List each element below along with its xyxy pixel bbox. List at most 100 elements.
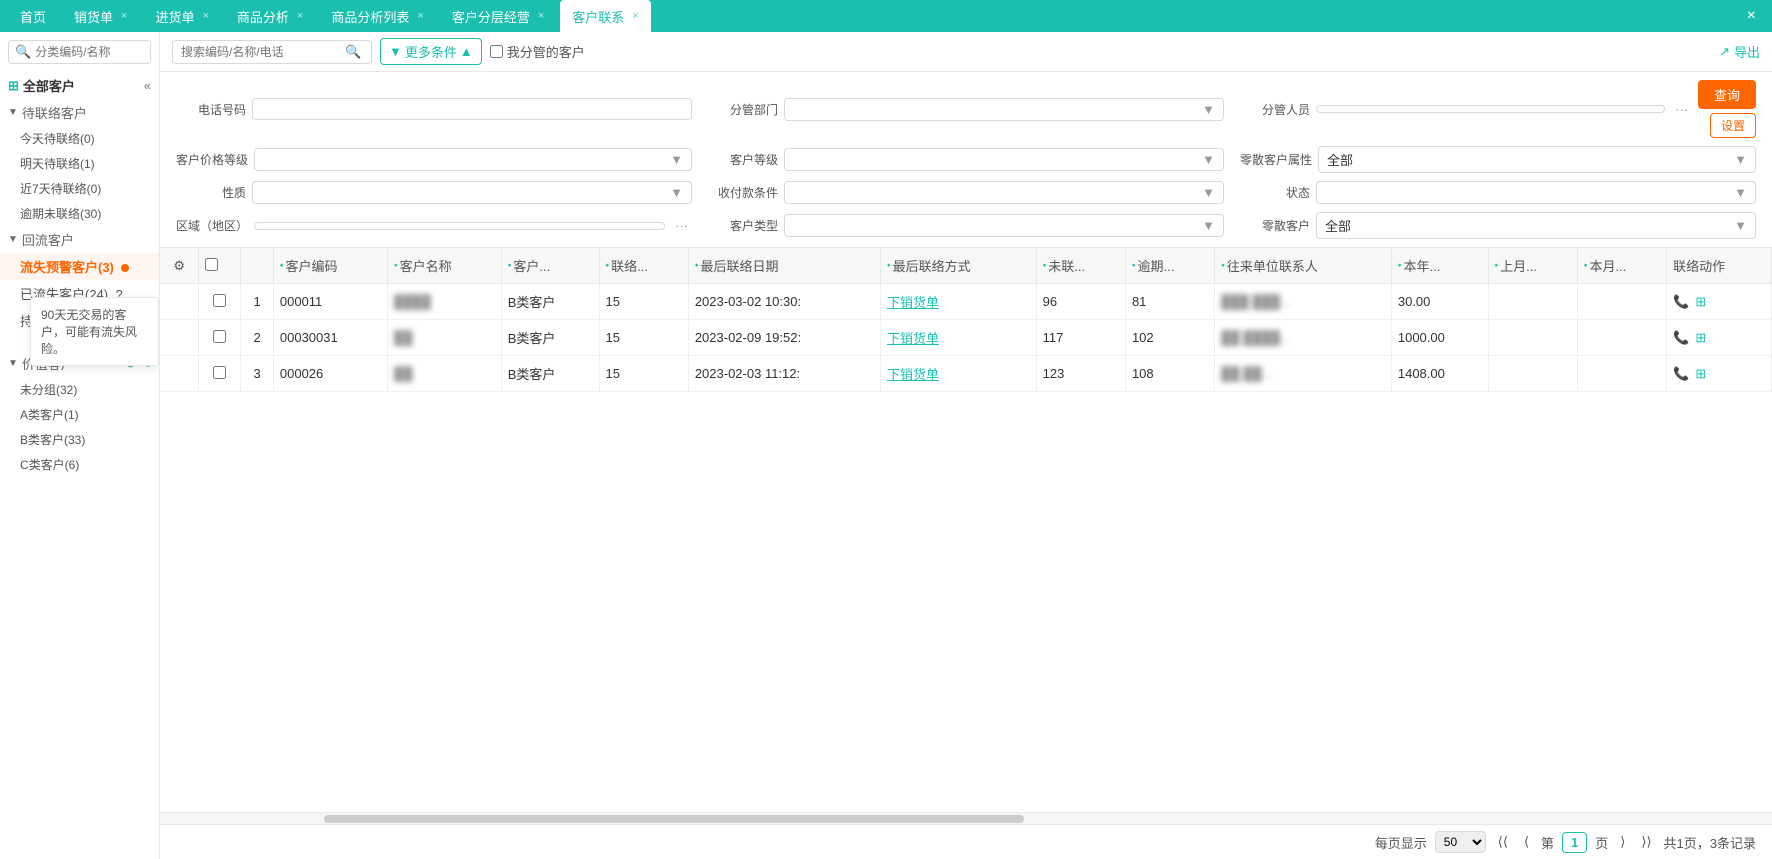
phone-icon[interactable]: 📞 [1673, 366, 1689, 382]
search-input[interactable] [181, 45, 341, 59]
last-page-btn[interactable]: ⟩⟩ [1637, 832, 1655, 852]
close-customer-contact-tab[interactable]: × [632, 10, 638, 22]
cell-action[interactable]: 📞⊞ [1667, 320, 1772, 356]
sidebar-search-box[interactable]: 🔍 [8, 40, 151, 64]
close-all-btn[interactable]: × [1739, 7, 1764, 25]
filter-payment-select[interactable]: ▼ [784, 181, 1224, 204]
phone-icon[interactable]: 📞 [1673, 294, 1689, 310]
nav-tab-analysis[interactable]: 商品分析 × [225, 0, 315, 32]
cell-action[interactable]: 📞⊞ [1667, 284, 1772, 320]
col-overdue[interactable]: ⬩ 逾期... [1125, 248, 1214, 284]
region-ellipsis[interactable]: ··· [671, 218, 692, 233]
my-customers-input[interactable] [490, 45, 503, 58]
sidebar-root-label: 全部客户 [23, 76, 75, 95]
filter-dept-select[interactable]: ▼ [784, 98, 1224, 121]
nav-tab-analysis-list[interactable]: 商品分析列表 × [319, 0, 435, 32]
sidebar-group-pending[interactable]: ▼ 待联络客户 [0, 99, 159, 126]
close-sales-tab[interactable]: × [121, 10, 127, 22]
customer-type-arrow: ▼ [1202, 218, 1215, 233]
sort-left12-icon: ⬩ [1584, 260, 1588, 271]
prev-page-btn[interactable]: ⟨ [1520, 832, 1533, 852]
collapse-btn[interactable]: « [144, 78, 151, 93]
col-not-contacted[interactable]: ⬩ 未联... [1036, 248, 1125, 284]
nav-tab-home[interactable]: 首页 [8, 0, 58, 32]
col-code[interactable]: ⬩ 客户编码 [273, 248, 387, 284]
sidebar-item-class-a[interactable]: A类客户(1) [0, 402, 159, 427]
filter-status-select[interactable]: ▼ [1316, 181, 1756, 204]
sidebar-item-7days[interactable]: 近7天待联络(0) [0, 176, 159, 201]
col-last-date[interactable]: ⬩ 最后联络日期 [688, 248, 880, 284]
col-last-month[interactable]: ⬩ 上月... [1488, 248, 1577, 284]
more-action-icon[interactable]: ⊞ [1695, 366, 1706, 382]
close-analysis-list-tab[interactable]: × [417, 10, 423, 22]
filter-zero-customer-select[interactable]: 全部 ▼ [1316, 212, 1756, 239]
col-unit-contact[interactable]: ⬩ 往来单位联系人 [1215, 248, 1392, 284]
next-page-btn[interactable]: ⟩ [1616, 832, 1629, 852]
cell-checkbox[interactable] [199, 320, 241, 356]
table-container[interactable]: ⚙ ⬩ 客户编码 ⬩ 客户名称 [160, 248, 1772, 812]
filter-zero-attr-select[interactable]: 全部 ▼ [1318, 146, 1756, 173]
cell-last-method[interactable]: 下销货单 [880, 356, 1036, 392]
sidebar-item-overdue[interactable]: 逾期未联络(30) [0, 201, 159, 226]
filter-gender-select[interactable]: ▼ [252, 181, 692, 204]
sidebar-item-class-b[interactable]: B类客户(33) [0, 427, 159, 452]
nav-tab-sales[interactable]: 销货单 × [62, 0, 139, 32]
cell-last-method[interactable]: 下销货单 [880, 320, 1036, 356]
sidebar-group-return[interactable]: ▼ 回流客户 [0, 226, 159, 253]
col-type[interactable]: ⬩ 客户... [501, 248, 599, 284]
sidebar-item-churn-warning[interactable]: 流失预警客户(3) [0, 253, 159, 280]
query-btn[interactable]: 查询 [1698, 80, 1756, 109]
filter-grade-select[interactable]: ▼ [784, 148, 1224, 171]
filter-phone-input[interactable] [252, 98, 692, 120]
sidebar-search-input[interactable] [35, 45, 160, 59]
filter-row-dept: 分管部门 ▼ [708, 80, 1224, 138]
settings-btn[interactable]: 设置 [1710, 113, 1756, 138]
sidebar-item-today[interactable]: 今天待联络(0) [0, 126, 159, 151]
horizontal-scrollbar[interactable] [160, 812, 1772, 824]
close-customer-layer-tab[interactable]: × [538, 10, 544, 22]
nav-tab-customer-contact[interactable]: 客户联系 × [560, 0, 650, 32]
cell-action[interactable]: 📞⊞ [1667, 356, 1772, 392]
cell-checkbox[interactable] [199, 284, 241, 320]
cell-checkbox[interactable] [199, 356, 241, 392]
cell-this-year: 1408.00 [1391, 356, 1488, 392]
filter-customer-type-select[interactable]: ▼ [784, 214, 1224, 237]
col-name[interactable]: ⬩ 客户名称 [388, 248, 502, 284]
my-customers-checkbox[interactable]: 我分管的客户 [490, 42, 585, 61]
close-analysis-tab[interactable]: × [297, 10, 303, 22]
grid-icon: ⊞ [8, 78, 19, 94]
nav-tab-customer-layer[interactable]: 客户分层经营 × [440, 0, 556, 32]
more-action-icon[interactable]: ⊞ [1695, 294, 1706, 310]
col-this-year[interactable]: ⬩ 本年... [1391, 248, 1488, 284]
col-settings[interactable]: ⚙ [160, 248, 199, 284]
filter-person-select[interactable] [1316, 105, 1665, 113]
person-ellipsis[interactable]: ··· [1671, 102, 1692, 117]
select-all-checkbox[interactable] [205, 258, 218, 271]
dept-select-arrow: ▼ [1202, 102, 1215, 117]
cell-index: 3 [241, 356, 274, 392]
export-btn[interactable]: ↗ 导出 [1719, 42, 1760, 61]
cell-overdue: 102 [1125, 320, 1214, 356]
sidebar-item-class-c[interactable]: C类客户(6) [0, 452, 159, 477]
sidebar-item-tomorrow[interactable]: 明天待联络(1) [0, 151, 159, 176]
cell-last-method[interactable]: 下销货单 [880, 284, 1036, 320]
first-page-btn[interactable]: ⟨⟨ [1494, 832, 1512, 852]
search-input-box[interactable]: 🔍 [172, 40, 372, 64]
nav-tab-purchase[interactable]: 进货单 × [143, 0, 220, 32]
per-page-select[interactable]: 50 20 100 [1435, 831, 1486, 853]
sidebar-item-ungrouped[interactable]: 未分组(32) [0, 377, 159, 402]
search-submit-icon[interactable]: 🔍 [345, 44, 361, 60]
col-this-month[interactable]: ⬩ 本月... [1577, 248, 1666, 284]
col-contact[interactable]: ⬩ 联络... [599, 248, 688, 284]
more-action-icon[interactable]: ⊞ [1695, 330, 1706, 346]
close-purchase-tab[interactable]: × [202, 10, 208, 22]
col-checkbox[interactable] [199, 248, 241, 284]
cell-unit-contact: ██ ██... [1215, 356, 1392, 392]
filter-region-select[interactable] [254, 222, 665, 230]
phone-icon[interactable]: 📞 [1673, 330, 1689, 346]
current-page: 1 [1562, 832, 1587, 853]
filter-price-grade-select[interactable]: ▼ [254, 148, 692, 171]
col-last-method[interactable]: ⬩ 最后联络方式 [880, 248, 1036, 284]
hscroll-thumb[interactable] [324, 815, 1024, 823]
more-conditions-btn[interactable]: ▼ 更多条件 ▲ [380, 38, 482, 65]
